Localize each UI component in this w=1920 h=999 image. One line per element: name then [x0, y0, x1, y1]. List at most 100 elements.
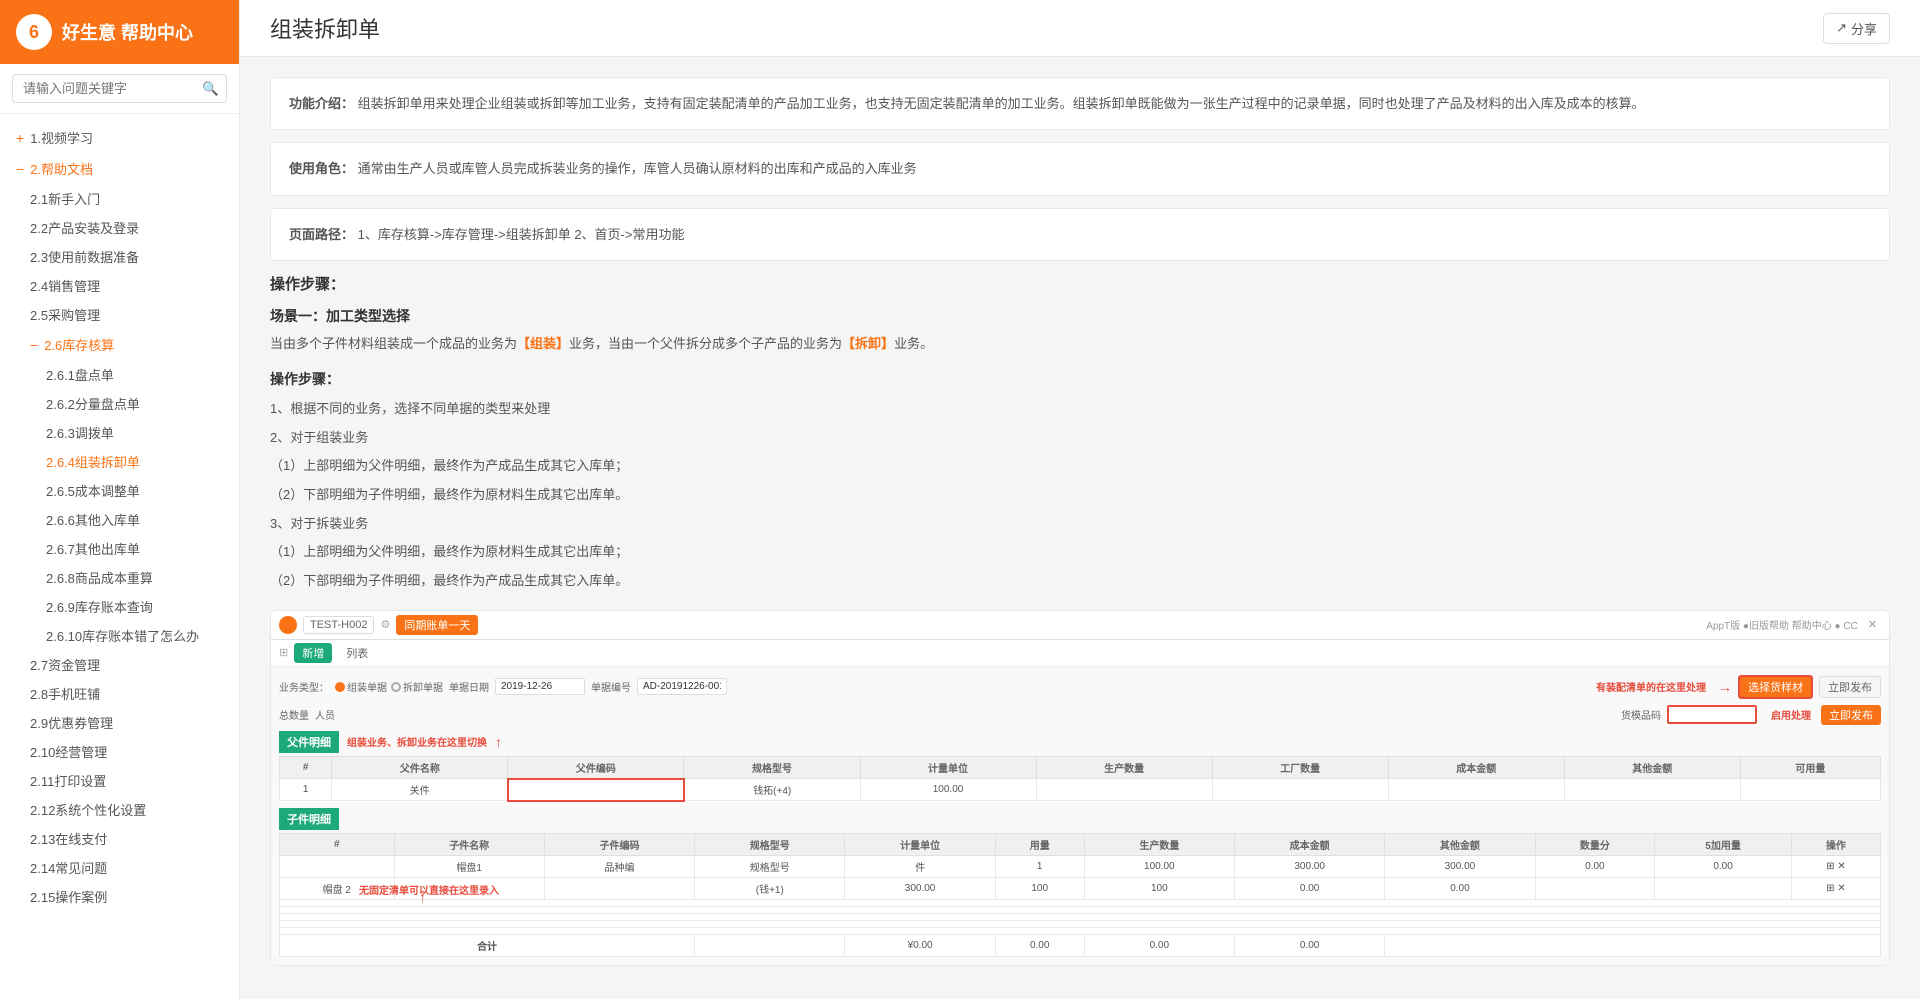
path-title: 页面路径： — [289, 227, 354, 242]
nav-section-2-6[interactable]: − 2.6库存核算 — [0, 329, 239, 360]
sidebar-item-2-4[interactable]: 2.4销售管理 — [0, 271, 239, 300]
screenshot-container: TEST-H002 ⚙ 同期账单一天 AppT版 ●旧版帮助 帮助中心 ● CC… — [270, 610, 1890, 966]
mock-type-label: 业务类型： — [279, 679, 329, 694]
main-panel: 组装拆卸单 ↗ 分享 功能介绍： 组装拆卸单用来处理企业组装或拆卸等加工业务，支… — [240, 0, 1920, 999]
sidebar-item-2-6-10[interactable]: 2.6.10库存账本错了怎么办 — [0, 621, 239, 650]
mock-home-icon: ⊞ — [279, 646, 288, 659]
share-button[interactable]: ↗ 分享 — [1823, 13, 1890, 44]
scene1-title: 场景一：加工类型选择 — [270, 306, 1890, 326]
sidebar-item-2-6-3[interactable]: 2.6.3调拨单 — [0, 418, 239, 447]
role-text: 通常由生产人员或库管人员完成拆装业务的操作，库管人员确认原材料的出库和产成品的入… — [358, 161, 917, 176]
role-title: 使用角色： — [289, 161, 354, 176]
sidebar-item-2-11[interactable]: 2.11打印设置 — [0, 766, 239, 795]
intro-title: 功能介绍： — [289, 96, 354, 111]
logo-title: 好生意 帮助中心 — [62, 19, 193, 45]
mock-logo — [279, 616, 297, 634]
mock-tab-list[interactable]: 列表 — [338, 643, 376, 663]
sidebar-item-2-5[interactable]: 2.5采购管理 — [0, 300, 239, 329]
sidebar-item-2-12[interactable]: 2.12系统个性化设置 — [0, 795, 239, 824]
table-row — [280, 913, 1881, 920]
logo-icon: 6 — [16, 14, 52, 50]
mock-radio-disassemble[interactable]: 拆卸单据 — [391, 679, 443, 694]
logo-area: 6 好生意 帮助中心 — [0, 0, 239, 64]
sidebar-item-2-7[interactable]: 2.7资金管理 — [0, 650, 239, 679]
share-icon: ↗ — [1836, 20, 1847, 36]
intro-text: 组装拆卸单用来处理企业组装或拆卸等加工业务，支持有固定装配清单的产品加工业务，也… — [358, 96, 1645, 111]
intro-block: 功能介绍： 组装拆卸单用来处理企业组装或拆卸等加工业务，支持有固定装配清单的产品… — [270, 77, 1890, 130]
nav-section-2[interactable]: − 2.帮助文档 — [0, 153, 239, 184]
sidebar-item-2-2[interactable]: 2.2产品安装及登录 — [0, 213, 239, 242]
sidebar-item-2-1[interactable]: 2.1新手入门 — [0, 184, 239, 213]
sidebar-item-2-6-5[interactable]: 2.6.5成本调整单 — [0, 476, 239, 505]
step-3-2: （2）下部明细为子件明细，最终作为产成品生成其它入库单。 — [270, 567, 1890, 596]
role-block: 使用角色： 通常由生产人员或库管人员完成拆装业务的操作，库管人员确认原材料的出库… — [270, 142, 1890, 195]
mock-confirm-btn[interactable]: 选择货样材 — [1738, 675, 1813, 699]
mock-tab-new[interactable]: 新增 — [294, 643, 332, 663]
annotation-arrow-right: → — [1718, 679, 1732, 695]
topbar: 组装拆卸单 ↗ 分享 — [240, 0, 1920, 57]
sidebar-item-2-13[interactable]: 2.13在线支付 — [0, 824, 239, 853]
mock-subbar: ⊞ 新增 列表 — [271, 640, 1889, 667]
expand-icon-1: + — [16, 130, 24, 146]
mock-company-select[interactable]: TEST-H002 — [303, 616, 374, 634]
mock-no-label: 单据编号 — [591, 679, 631, 694]
mock-radio-assemble[interactable]: 组装单据 — [335, 679, 387, 694]
nav-label-1: 1.视频学习 — [30, 128, 93, 147]
annotation-switch: 组装业务、拆卸业务在这里切换 — [347, 734, 487, 749]
sidebar-item-2-15[interactable]: 2.15操作案例 — [0, 882, 239, 911]
op-steps-sub-title: 操作步骤： — [270, 369, 1890, 389]
page-title: 组装拆卸单 — [270, 12, 380, 44]
table-row — [280, 906, 1881, 913]
sidebar-item-2-6-2[interactable]: 2.6.2分量盘点单 — [0, 389, 239, 418]
sidebar: 6 好生意 帮助中心 🔍 + 1.视频学习 − 2.帮助文档 2.1新手入门 2… — [0, 0, 240, 999]
mock-launch-btn[interactable]: 立即发布 — [1821, 705, 1881, 725]
step-2: 2、对于组装业务 — [270, 424, 1890, 453]
expand-icon-2-6: − — [30, 337, 38, 353]
sidebar-item-2-6-7[interactable]: 2.6.7其他出库单 — [0, 534, 239, 563]
mock-lower-table: # 子件名称 子件编码 规格型号 计量单位 用量 生产数量 成本金额 其他金额 — [279, 833, 1881, 957]
step-3-1: （1）上部明细为父件明细，最终作为原材料生成其它出库单； — [270, 538, 1890, 567]
search-input[interactable] — [12, 74, 227, 103]
search-area: 🔍 — [0, 64, 239, 114]
mock-period-btn[interactable]: 同期账单一天 — [396, 615, 478, 635]
sidebar-item-2-9[interactable]: 2.9优惠券管理 — [0, 708, 239, 737]
sidebar-item-2-10[interactable]: 2.10经营管理 — [0, 737, 239, 766]
steps-list: 1、根据不同的业务，选择不同单据的类型来处理 2、对于组装业务 （1）上部明细为… — [270, 395, 1890, 596]
mock-type-radios: 组装单据 拆卸单据 — [335, 679, 443, 694]
sidebar-item-2-8[interactable]: 2.8手机旺铺 — [0, 679, 239, 708]
table-row: 帽盘1 品种编 规格型号 件 1 100.00 300.00 300.00 0. — [280, 855, 1881, 877]
content-area: 功能介绍： 组装拆卸单用来处理企业组装或拆卸等加工业务，支持有固定装配清单的产品… — [240, 57, 1920, 999]
nav-section-1[interactable]: + 1.视频学习 — [0, 122, 239, 153]
scene1-desc: 当由多个子件材料组装成一个成品的业务为【组装】业务，当由一个父件拆分成多个子产品… — [270, 332, 1890, 357]
share-label: 分享 — [1851, 19, 1877, 38]
mock-no-input[interactable] — [637, 678, 727, 695]
operation-title: 操作步骤： — [270, 273, 1890, 294]
mock-form-row2: 总数量 人员 货模品码 启用处理 立即发布 — [279, 705, 1881, 725]
sidebar-item-2-3[interactable]: 2.3使用前数据准备 — [0, 242, 239, 271]
mock-ok-btn[interactable]: 立即发布 — [1819, 676, 1881, 698]
mock-topbar-icons: AppT版 ●旧版帮助 帮助中心 ● CC — [1706, 617, 1858, 632]
nav-list: + 1.视频学习 − 2.帮助文档 2.1新手入门 2.2产品安装及登录 2.3… — [0, 114, 239, 999]
mock-close-icon[interactable]: ✕ — [1864, 618, 1881, 631]
table-footer: 合计 ¥0.00 0.00 0.00 0.00 — [280, 934, 1881, 956]
mock-search-input[interactable] — [1667, 705, 1757, 724]
annotation-bom: 有装配清单的在这里处理 — [1596, 679, 1706, 694]
sidebar-item-2-6-6[interactable]: 2.6.6其他入库单 — [0, 505, 239, 534]
sidebar-item-2-6-8[interactable]: 2.6.8商品成本重算 — [0, 563, 239, 592]
sidebar-item-2-6-1[interactable]: 2.6.1盘点单 — [0, 360, 239, 389]
sidebar-item-2-14[interactable]: 2.14常见问题 — [0, 853, 239, 882]
expand-icon-2: − — [16, 161, 24, 177]
table-row: 帽盘 2 (钱+1) 300.00 100 100 0.00 0.00 — [280, 877, 1881, 899]
table-row — [280, 899, 1881, 906]
table-row — [280, 927, 1881, 934]
sidebar-item-2-6-4[interactable]: 2.6.4组装拆卸单 — [0, 447, 239, 476]
annotation-enable: 启用处理 — [1771, 707, 1811, 722]
mock-search-label: 货模品码 — [1621, 707, 1661, 722]
mock-date-input[interactable] — [495, 678, 585, 695]
mock-count-label: 总数量 — [279, 707, 309, 722]
mock-upper-section-title: 父件明细 — [279, 731, 339, 753]
search-button[interactable]: 🔍 — [202, 81, 219, 97]
sidebar-item-2-6-9[interactable]: 2.6.9库存账本查询 — [0, 592, 239, 621]
nav-label-2: 2.帮助文档 — [30, 159, 93, 178]
path-text: 1、库存核算->库存管理->组装拆卸单 2、首页->常用功能 — [358, 227, 685, 242]
